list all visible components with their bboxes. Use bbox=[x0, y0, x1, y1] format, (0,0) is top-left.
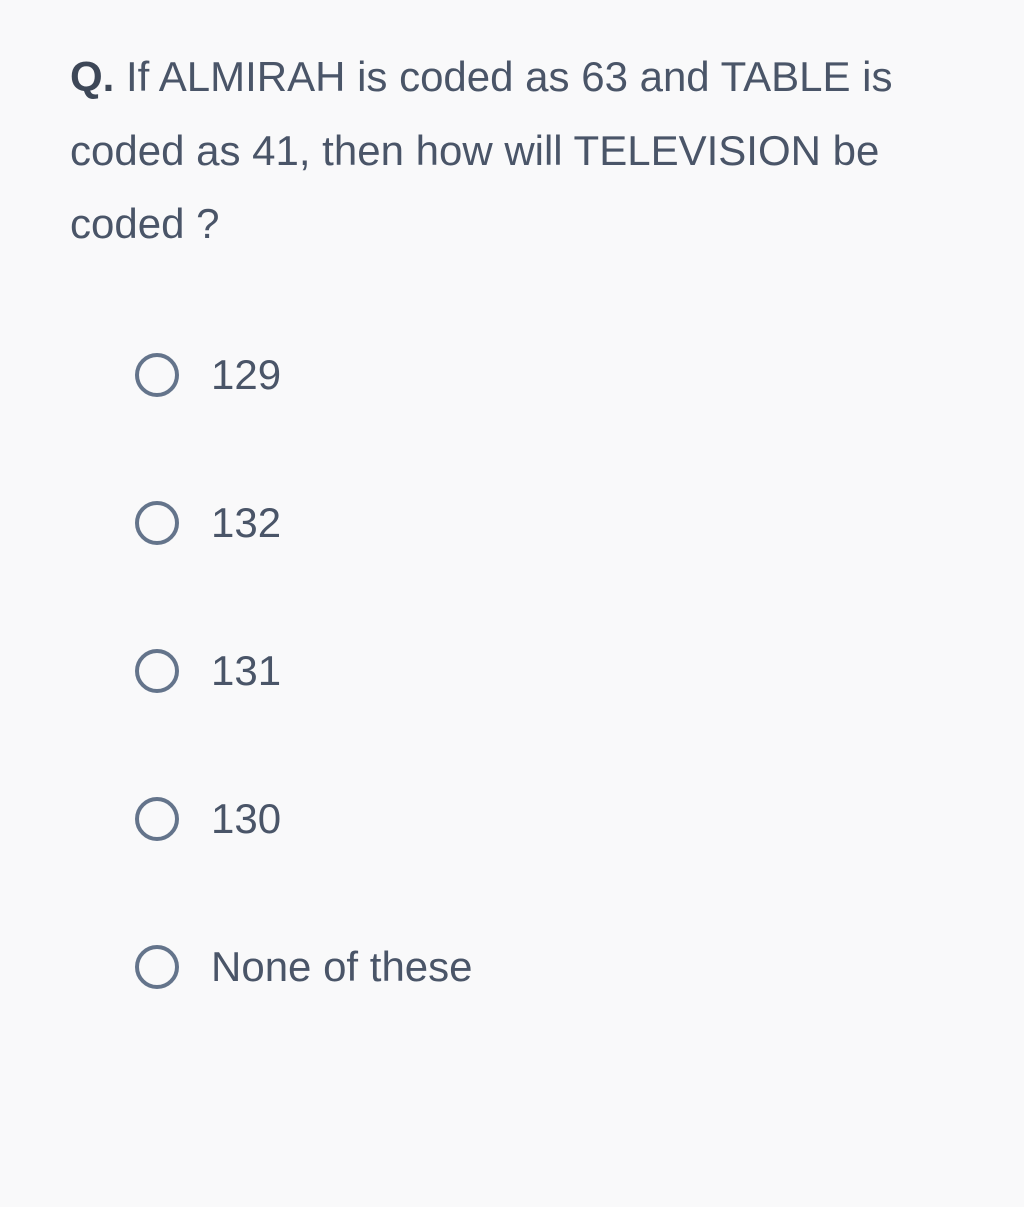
option-label: 131 bbox=[211, 647, 281, 695]
option-2[interactable]: 132 bbox=[135, 499, 954, 547]
radio-icon bbox=[135, 353, 179, 397]
question-container: Q. If ALMIRAH is coded as 63 and TABLE i… bbox=[70, 40, 954, 991]
option-label: None of these bbox=[211, 943, 473, 991]
question-text: Q. If ALMIRAH is coded as 63 and TABLE i… bbox=[70, 40, 954, 261]
radio-icon bbox=[135, 649, 179, 693]
option-1[interactable]: 129 bbox=[135, 351, 954, 399]
radio-icon bbox=[135, 797, 179, 841]
radio-icon bbox=[135, 945, 179, 989]
options-list: 129 132 131 130 None of these bbox=[70, 351, 954, 991]
option-label: 130 bbox=[211, 795, 281, 843]
option-5[interactable]: None of these bbox=[135, 943, 954, 991]
radio-icon bbox=[135, 501, 179, 545]
option-3[interactable]: 131 bbox=[135, 647, 954, 695]
question-body: If ALMIRAH is coded as 63 and TABLE is c… bbox=[70, 53, 893, 247]
option-label: 132 bbox=[211, 499, 281, 547]
question-prefix: Q. bbox=[70, 53, 114, 100]
option-label: 129 bbox=[211, 351, 281, 399]
option-4[interactable]: 130 bbox=[135, 795, 954, 843]
